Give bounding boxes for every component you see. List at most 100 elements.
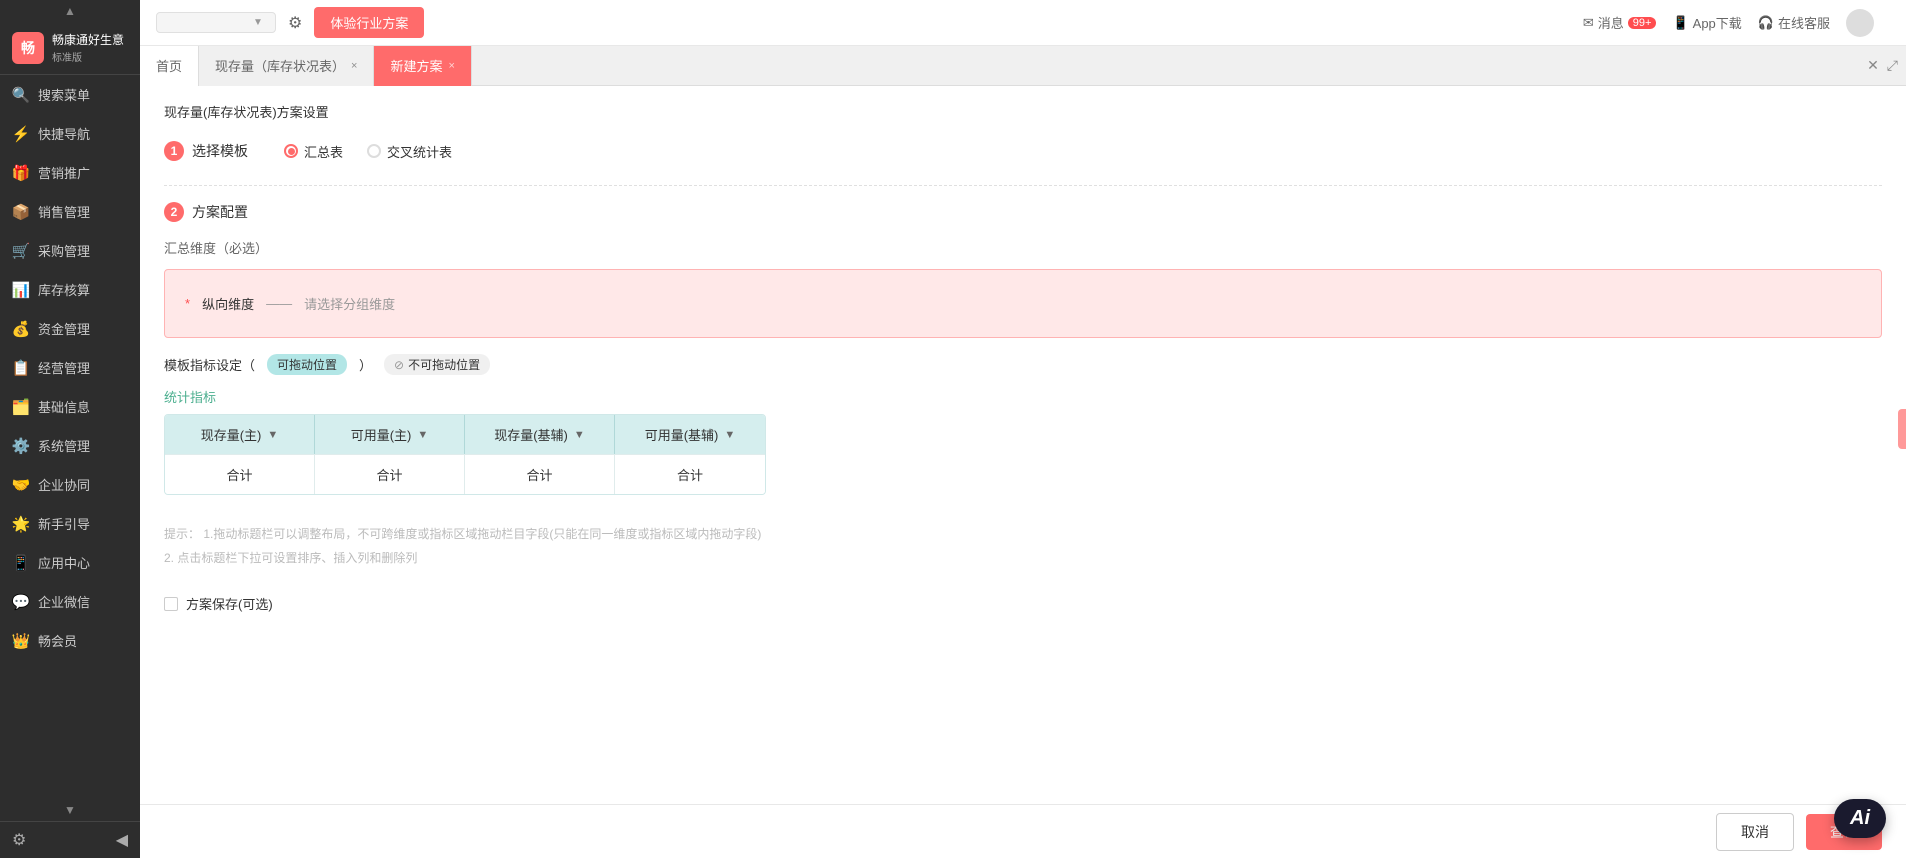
page-title: 现存量(库存状况表)方案设置 <box>164 102 1882 121</box>
stats-table: 现存量(主) ▼ 可用量(主) ▼ 现存量(基辅) ▼ 可用量(基辅) ▼ <box>164 414 766 495</box>
sidebar-item-operations[interactable]: 📋 经营管理 <box>0 348 140 387</box>
header-chevron-2: ▼ <box>574 429 585 441</box>
resize-icon[interactable]: ⤢ <box>1887 57 1898 74</box>
sidebar-item-inventory[interactable]: 📊 库存核算 <box>0 270 140 309</box>
table-header-row: 现存量(主) ▼ 可用量(主) ▼ 现存量(基辅) ▼ 可用量(基辅) ▼ <box>165 415 765 454</box>
tips-section: 提示： 1.拖动标题栏可以调整布局，不可跨维度或指标区域拖动栏目字段(只能在同一… <box>164 522 1882 570</box>
headset-icon: 🎧 <box>1758 15 1774 31</box>
radio-cross[interactable]: 交叉统计表 <box>367 142 452 161</box>
quick-nav-icon: ⚡ <box>12 125 30 143</box>
dimension-separator: —— <box>266 296 292 311</box>
system-icon: ⚙️ <box>12 437 30 455</box>
step1-badge: 1 <box>164 141 184 161</box>
close-tab-icon[interactable]: ✕ <box>1867 57 1879 74</box>
sidebar-marketing-label: 营销推广 <box>38 163 90 182</box>
sidebar-item-search[interactable]: 🔍 搜索菜单 <box>0 75 140 114</box>
sidebar-sales-label: 销售管理 <box>38 202 90 221</box>
sidebar-item-wechat[interactable]: 💬 企业微信 <box>0 582 140 621</box>
template-options: 汇总表 交叉统计表 <box>284 142 452 161</box>
sidebar-item-marketing[interactable]: 🎁 营销推广 <box>0 153 140 192</box>
step2-section: 2 方案配置 汇总维度（必选） * 纵向维度 —— 请选择分组维度 模板指标设定… <box>164 202 1882 570</box>
message-icon: ✉ <box>1583 15 1594 31</box>
trial-button[interactable]: 体验行业方案 <box>314 7 424 38</box>
sidebar-purchase-label: 采购管理 <box>38 241 90 260</box>
main-content: ▼ ⚙ 体验行业方案 ✉ 消息 99+ 📱 App下载 🎧 在线客服 首页 <box>140 0 1906 858</box>
right-edge-handle[interactable] <box>1898 409 1906 449</box>
sidebar-wechat-label: 企业微信 <box>38 592 90 611</box>
app-download-button[interactable]: 📱 App下载 <box>1672 13 1741 32</box>
sidebar-finance-label: 资金管理 <box>38 319 90 338</box>
table-header-cell-0[interactable]: 现存量(主) ▼ <box>165 415 315 454</box>
sidebar-item-basic-info[interactable]: 🗂️ 基础信息 <box>0 387 140 426</box>
phone-icon: 📱 <box>1672 15 1688 31</box>
new-guide-icon: 🌟 <box>12 515 30 533</box>
header-chevron-1: ▼ <box>417 429 428 441</box>
dimension-label: 纵向维度 <box>202 294 254 313</box>
collapse-icon[interactable]: ◀ <box>116 830 128 850</box>
header-label-3: 可用量(基辅) <box>645 425 719 444</box>
indicator-settings: 模板指标设定（ 可拖动位置 ） 不可拖动位置 <box>164 354 1882 375</box>
sidebar-operations-label: 经营管理 <box>38 358 90 377</box>
required-marker: * <box>185 296 190 311</box>
non-movable-badge: 不可拖动位置 <box>384 354 490 375</box>
app-version: 标准版 <box>52 49 124 64</box>
sidebar-scroll-up[interactable]: ▲ <box>0 0 140 22</box>
sidebar-system-label: 系统管理 <box>38 436 90 455</box>
tabs-right: ✕ ⤢ <box>1867 57 1906 74</box>
header-label-2: 现存量(基辅) <box>494 425 568 444</box>
sidebar-item-new-guide[interactable]: 🌟 新手引导 <box>0 504 140 543</box>
messages-badge: 99+ <box>1628 17 1657 29</box>
sidebar-item-app-center[interactable]: 📱 应用中心 <box>0 543 140 582</box>
step2-header: 2 方案配置 <box>164 202 1882 222</box>
topbar-right: ✉ 消息 99+ 📱 App下载 🎧 在线客服 <box>1583 9 1890 37</box>
cancel-button[interactable]: 取消 <box>1716 813 1794 851</box>
divider-1 <box>164 185 1882 186</box>
sidebar-item-membership[interactable]: 👑 畅会员 <box>0 621 140 660</box>
operations-icon: 📋 <box>12 359 30 377</box>
sidebar-app-center-label: 应用中心 <box>38 553 90 572</box>
topbar-search[interactable]: ▼ <box>156 12 276 33</box>
service-label: 在线客服 <box>1778 13 1830 32</box>
dimension-placeholder[interactable]: 请选择分组维度 <box>304 294 395 313</box>
tab-inventory-close-icon[interactable]: × <box>351 60 357 72</box>
sidebar-item-cooperation[interactable]: 🤝 企业协同 <box>0 465 140 504</box>
sidebar-scroll-down[interactable]: ▼ <box>0 799 140 821</box>
settings-icon[interactable]: ⚙ <box>12 830 26 850</box>
radio-cross-circle <box>367 144 381 158</box>
sidebar-item-purchase[interactable]: 🛒 采购管理 <box>0 231 140 270</box>
step2-title: 方案配置 <box>192 202 248 222</box>
header-label-1: 可用量(主) <box>351 425 412 444</box>
sidebar-item-finance[interactable]: 💰 资金管理 <box>0 309 140 348</box>
save-checkbox[interactable] <box>164 597 178 611</box>
table-header-cell-3[interactable]: 可用量(基辅) ▼ <box>615 415 765 454</box>
save-label: 方案保存(可选) <box>186 594 273 613</box>
cooperation-icon: 🤝 <box>12 476 30 494</box>
sidebar-logo: 畅 畅康通好生意 标准版 <box>0 22 140 75</box>
radio-summary[interactable]: 汇总表 <box>284 142 343 161</box>
table-data-cell-0: 合计 <box>165 455 315 494</box>
tab-new-plan-close-icon[interactable]: × <box>448 60 454 72</box>
messages-button[interactable]: ✉ 消息 99+ <box>1583 13 1657 32</box>
ai-bubble[interactable]: Ai <box>1834 799 1886 838</box>
table-header-cell-2[interactable]: 现存量(基辅) ▼ <box>465 415 615 454</box>
sidebar-new-guide-label: 新手引导 <box>38 514 90 533</box>
indicator-settings-label: 模板指标设定（ <box>164 355 255 374</box>
dimension-box: * 纵向维度 —— 请选择分组维度 <box>164 269 1882 338</box>
gear-icon[interactable]: ⚙ <box>288 13 302 33</box>
tab-inventory-status[interactable]: 现存量（库存状况表） × <box>199 46 374 86</box>
service-button[interactable]: 🎧 在线客服 <box>1758 13 1830 32</box>
inventory-icon: 📊 <box>12 281 30 299</box>
radio-summary-circle <box>284 144 298 158</box>
tab-new-plan[interactable]: 新建方案 × <box>374 46 471 86</box>
wechat-icon: 💬 <box>12 593 30 611</box>
summary-dimension-label: 汇总维度（必选） <box>164 238 1882 257</box>
sidebar-item-sales[interactable]: 📦 销售管理 <box>0 192 140 231</box>
sidebar-item-quick-nav[interactable]: ⚡ 快捷导航 <box>0 114 140 153</box>
sidebar-item-system[interactable]: ⚙️ 系统管理 <box>0 426 140 465</box>
ai-label: Ai <box>1850 807 1870 830</box>
tab-home[interactable]: 首页 <box>140 46 199 86</box>
table-header-cell-1[interactable]: 可用量(主) ▼ <box>315 415 465 454</box>
app-name: 畅康通好生意 <box>52 32 124 49</box>
messages-label: 消息 <box>1598 13 1624 32</box>
user-avatar[interactable] <box>1846 9 1874 37</box>
